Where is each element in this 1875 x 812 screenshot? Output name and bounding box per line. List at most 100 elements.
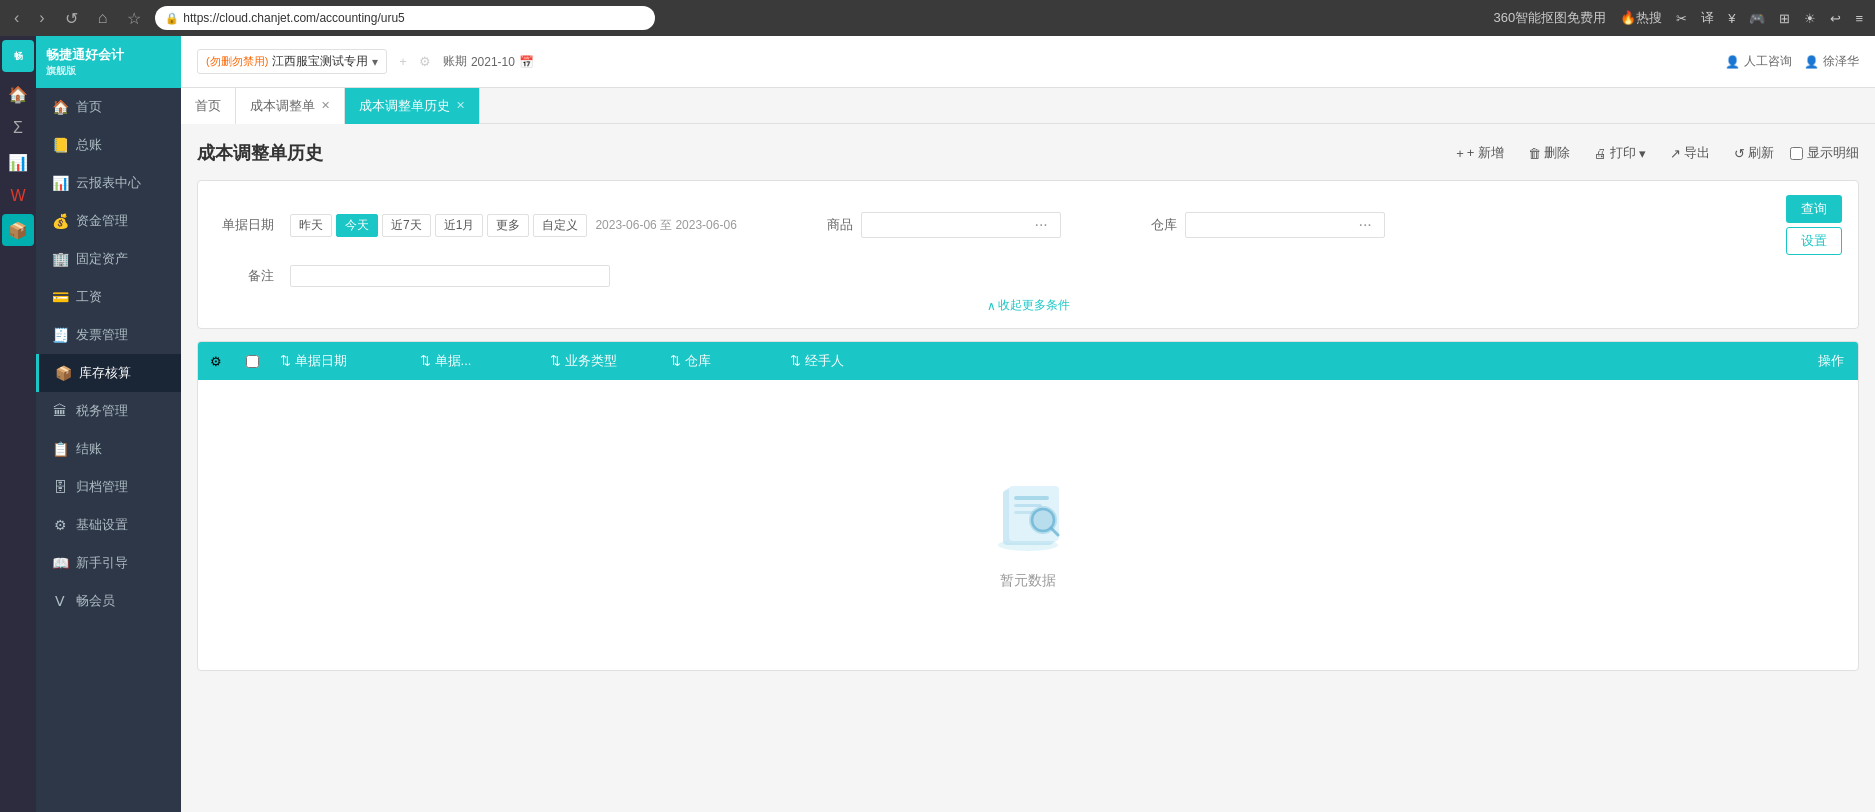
- sidebar-item-closing-label: 结账: [76, 440, 102, 458]
- home-button[interactable]: ⌂: [92, 7, 114, 29]
- date-btn-7days[interactable]: 近7天: [382, 214, 431, 237]
- consultant-btn[interactable]: 👤 人工咨询: [1725, 53, 1792, 70]
- show-cols-checkbox[interactable]: 显示明细: [1790, 144, 1859, 162]
- sidebar-item-inventory[interactable]: 📦 库存核算: [36, 354, 181, 392]
- tab-home[interactable]: 首页: [181, 88, 236, 124]
- wallet-tool[interactable]: ¥: [1724, 9, 1739, 28]
- print-button[interactable]: 🖨 打印 ▾: [1586, 140, 1654, 166]
- remark-input[interactable]: [290, 265, 610, 287]
- print-label: 打印: [1610, 144, 1636, 162]
- sidebar-item-archive[interactable]: 🗄 归档管理: [36, 468, 181, 506]
- empty-illustration: [978, 460, 1078, 560]
- th-settings[interactable]: ⚙: [198, 354, 234, 369]
- th-handler[interactable]: ⇅ 经手人: [780, 352, 900, 370]
- app-logo: 畅: [2, 40, 34, 72]
- menu-tool[interactable]: ≡: [1851, 9, 1867, 28]
- fixed-assets-icon: 🏢: [52, 251, 68, 267]
- page-actions: + + 新增 🗑 删除 🖨 打印 ▾ ↗ 导出: [1448, 140, 1859, 166]
- ledger-icon: 📒: [52, 137, 68, 153]
- search-tool[interactable]: 360智能抠图免费用: [1489, 7, 1610, 29]
- sidebar-item-home[interactable]: 🏠 首页: [36, 88, 181, 126]
- translate-tool[interactable]: 译: [1697, 7, 1718, 29]
- apps-tool[interactable]: ⊞: [1775, 9, 1794, 28]
- sidebar-item-payroll[interactable]: 💳 工资: [36, 278, 181, 316]
- game-tool[interactable]: 🎮: [1745, 9, 1769, 28]
- sidebar-item-tax[interactable]: 🏛 税务管理: [36, 392, 181, 430]
- th-date[interactable]: ⇅ 单据日期: [270, 352, 410, 370]
- brightness-tool[interactable]: ☀: [1800, 9, 1820, 28]
- sidebar-item-finance-label: 资金管理: [76, 212, 128, 230]
- date-btn-custom[interactable]: 自定义: [533, 214, 587, 237]
- sidebar-item-invoice[interactable]: 🧾 发票管理: [36, 316, 181, 354]
- date-btn-today[interactable]: 今天: [336, 214, 378, 237]
- add-button[interactable]: + + 新增: [1448, 140, 1512, 166]
- sidebar-item-member[interactable]: Ⅴ 畅会员: [36, 582, 181, 620]
- company-selector[interactable]: (勿删勿禁用) 江西服宝测试专用 ▾: [197, 49, 387, 74]
- sidebar-item-closing[interactable]: 📋 结账: [36, 430, 181, 468]
- sidebar-icon-1[interactable]: 🏠: [2, 78, 34, 110]
- refresh-button[interactable]: ↺ 刷新: [1726, 140, 1782, 166]
- sidebar-icon-2[interactable]: Σ: [2, 112, 34, 144]
- sidebar-icon-3[interactable]: 📊: [2, 146, 34, 178]
- calendar-icon[interactable]: 📅: [519, 55, 534, 69]
- company-dropdown-icon: ▾: [372, 55, 378, 69]
- show-cols-input[interactable]: [1790, 147, 1803, 160]
- period-info: 账期 2021-10 📅: [443, 53, 534, 70]
- scissors-tool[interactable]: ✂: [1672, 9, 1691, 28]
- sidebar-icon-weibo[interactable]: W: [2, 180, 34, 212]
- address-bar[interactable]: 🔒 https://cloud.chanjet.com/accounting/u…: [155, 6, 655, 30]
- sidebar-item-guide[interactable]: 📖 新手引导: [36, 544, 181, 582]
- user-info[interactable]: 👤 徐泽华: [1804, 53, 1859, 70]
- th-biz-type-label: ⇅ 业务类型: [550, 352, 617, 370]
- app-shell: 畅 🏠 Σ 📊 W 📦 畅捷通好会计 旗舰版 🏠 首页 📒 总账 📊 云报表中心: [0, 36, 1875, 812]
- th-biz-type[interactable]: ⇅ 业务类型: [540, 352, 660, 370]
- sidebar-item-fixed-assets[interactable]: 🏢 固定资产: [36, 240, 181, 278]
- delete-button[interactable]: 🗑 删除: [1520, 140, 1578, 166]
- goods-ellipsis[interactable]: ···: [1030, 216, 1051, 234]
- column-settings-icon[interactable]: ⚙: [210, 354, 222, 369]
- period-value: 2021-10: [471, 55, 515, 69]
- back-button[interactable]: ‹: [8, 7, 25, 29]
- tab-bar: 首页 成本调整单 ✕ 成本调整单历史 ✕: [181, 88, 1875, 124]
- browser-chrome: ‹ › ↺ ⌂ ☆ 🔒 https://cloud.chanjet.com/ac…: [0, 0, 1875, 36]
- th-bill-no[interactable]: ⇅ 单据...: [410, 352, 540, 370]
- warehouse-ellipsis[interactable]: ···: [1354, 216, 1375, 234]
- select-all-checkbox[interactable]: [246, 355, 259, 368]
- undo-tool[interactable]: ↩: [1826, 9, 1845, 28]
- page-header: 成本调整单历史 + + 新增 🗑 删除 🖨 打印 ▾: [197, 140, 1859, 166]
- archive-icon: 🗄: [52, 479, 68, 495]
- settings-button[interactable]: 设置: [1786, 227, 1842, 255]
- th-checkbox[interactable]: [234, 355, 270, 368]
- sidebar-icon-active[interactable]: 📦: [2, 214, 34, 246]
- date-btn-yesterday[interactable]: 昨天: [290, 214, 332, 237]
- hot-search[interactable]: 🔥热搜: [1616, 7, 1666, 29]
- tab-home-label: 首页: [195, 97, 221, 115]
- tab-cost-adjust-history[interactable]: 成本调整单历史 ✕: [345, 88, 480, 124]
- warehouse-select[interactable]: ···: [1185, 212, 1385, 238]
- page-title: 成本调整单历史: [197, 141, 323, 165]
- th-warehouse[interactable]: ⇅ 仓库: [660, 352, 780, 370]
- sidebar-item-settings[interactable]: ⚙ 基础设置: [36, 506, 181, 544]
- query-button[interactable]: 查询: [1786, 195, 1842, 223]
- sidebar-item-reports-label: 云报表中心: [76, 174, 141, 192]
- goods-select[interactable]: ···: [861, 212, 1061, 238]
- forward-button[interactable]: ›: [33, 7, 50, 29]
- date-btn-more[interactable]: 更多: [487, 214, 529, 237]
- date-filter-label: 单据日期: [214, 216, 274, 234]
- sidebar-item-reports[interactable]: 📊 云报表中心: [36, 164, 181, 202]
- star-button[interactable]: ☆: [121, 7, 147, 30]
- refresh-button[interactable]: ↺: [59, 7, 84, 30]
- sidebar-item-finance[interactable]: 💰 资金管理: [36, 202, 181, 240]
- sidebar-item-ledger[interactable]: 📒 总账: [36, 126, 181, 164]
- add-label: + 新增: [1467, 144, 1504, 162]
- collapse-btn[interactable]: ∧ 收起更多条件: [987, 297, 1070, 314]
- print-icon: 🖨: [1594, 146, 1607, 161]
- svg-rect-4: [1014, 496, 1049, 500]
- ssl-lock-icon: 🔒: [165, 12, 179, 25]
- tab-cost-adjust[interactable]: 成本调整单 ✕: [236, 88, 345, 124]
- tab-cost-adjust-history-close[interactable]: ✕: [456, 99, 465, 112]
- tab-cost-adjust-close[interactable]: ✕: [321, 99, 330, 112]
- date-btn-1month[interactable]: 近1月: [435, 214, 484, 237]
- company-warning: (勿删勿禁用): [206, 54, 268, 69]
- export-button[interactable]: ↗ 导出: [1662, 140, 1718, 166]
